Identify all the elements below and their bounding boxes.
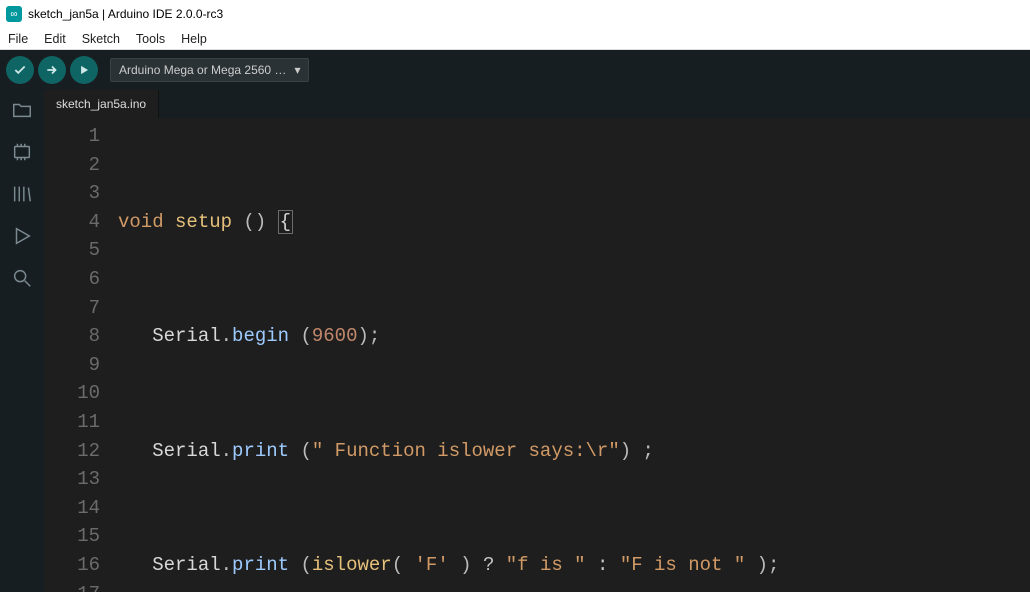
window-title: sketch_jan5a | Arduino IDE 2.0.0-rc3 <box>28 7 223 21</box>
editor-tab-label: sketch_jan5a.ino <box>56 97 146 111</box>
arrow-right-icon <box>45 63 59 77</box>
play-bug-icon <box>77 63 91 77</box>
debug-button[interactable] <box>70 56 98 84</box>
folder-icon <box>11 99 33 121</box>
main-area: sketch_jan5a.ino 1 2 3 4 5 6 7 8 9 10 11… <box>0 90 1030 592</box>
editor-tabbar: sketch_jan5a.ino <box>44 90 1030 118</box>
sidebar-debug-button[interactable] <box>10 224 34 248</box>
code-editor[interactable]: 1 2 3 4 5 6 7 8 9 10 11 12 13 14 15 16 1… <box>44 118 1030 592</box>
board-icon <box>11 141 33 163</box>
activity-bar <box>0 90 44 592</box>
debug-icon <box>11 225 33 247</box>
arduino-app-icon: ∞ <box>6 6 22 22</box>
sidebar-sketchbook-button[interactable] <box>10 98 34 122</box>
toolbar: Arduino Mega or Mega 2560 … ▾ <box>0 50 1030 90</box>
menu-file[interactable]: File <box>8 32 28 46</box>
books-icon <box>11 183 33 205</box>
check-icon <box>13 63 27 77</box>
upload-button[interactable] <box>38 56 66 84</box>
window-titlebar: ∞ sketch_jan5a | Arduino IDE 2.0.0-rc3 <box>0 0 1030 28</box>
sidebar-library-button[interactable] <box>10 182 34 206</box>
sidebar-boards-button[interactable] <box>10 140 34 164</box>
line-number-gutter: 1 2 3 4 5 6 7 8 9 10 11 12 13 14 15 16 1… <box>44 122 118 592</box>
menu-edit[interactable]: Edit <box>44 32 66 46</box>
chevron-down-icon: ▾ <box>294 63 300 77</box>
board-selector[interactable]: Arduino Mega or Mega 2560 … ▾ <box>110 58 309 82</box>
board-selector-label: Arduino Mega or Mega 2560 … <box>119 63 286 77</box>
editor-area: sketch_jan5a.ino 1 2 3 4 5 6 7 8 9 10 11… <box>44 90 1030 592</box>
menu-tools[interactable]: Tools <box>136 32 165 46</box>
menu-sketch[interactable]: Sketch <box>82 32 120 46</box>
code-lines[interactable]: void setup () { Serial.begin (9600); Ser… <box>118 122 1030 592</box>
search-icon <box>11 267 33 289</box>
sidebar-search-button[interactable] <box>10 266 34 290</box>
menu-help[interactable]: Help <box>181 32 207 46</box>
menubar: File Edit Sketch Tools Help <box>0 28 1030 50</box>
editor-tab[interactable]: sketch_jan5a.ino <box>44 90 159 118</box>
verify-button[interactable] <box>6 56 34 84</box>
